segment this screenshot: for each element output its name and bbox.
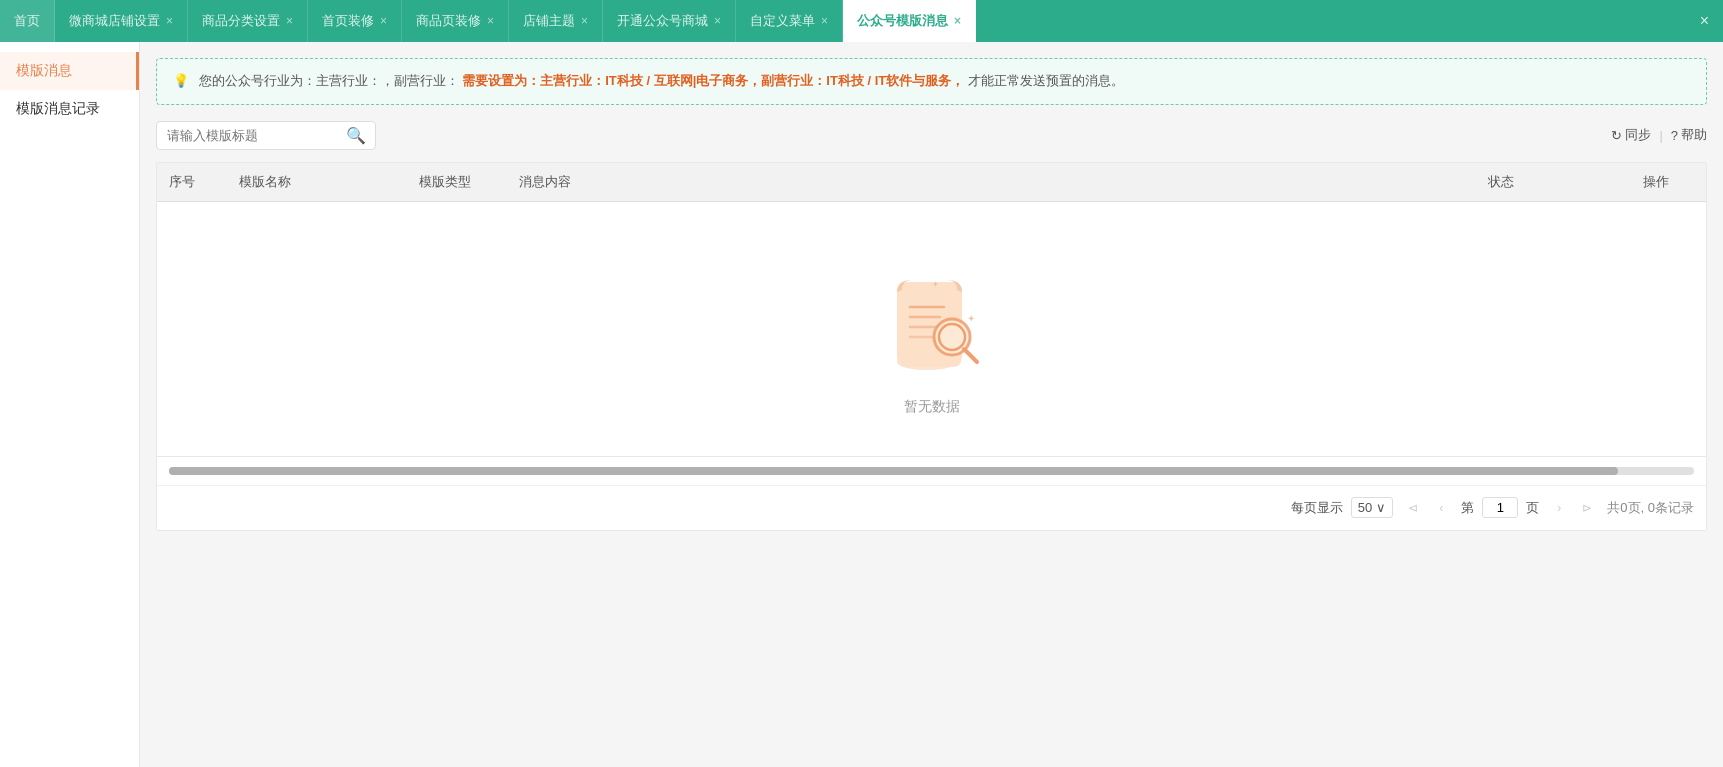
sync-label: 同步 [1625, 126, 1651, 144]
nav-tab-home-decor-close[interactable]: × [380, 14, 387, 28]
page-size-label: 每页显示 [1291, 499, 1343, 517]
empty-illustration: ✦ ✦ [872, 262, 992, 382]
nav-tab-shop-theme-close[interactable]: × [581, 14, 588, 28]
table-header: 序号 模版名称 模版类型 消息内容 状态 操作 [157, 163, 1706, 202]
empty-text: 暂无数据 [904, 398, 960, 416]
fake-scrollbar[interactable] [169, 467, 1694, 475]
nav-tab-product-page-close[interactable]: × [487, 14, 494, 28]
nav-tab-open-mall-label: 开通公众号商城 [617, 12, 708, 30]
scrollbar-thumb [169, 467, 1618, 475]
page-label-suffix: 页 [1526, 499, 1539, 517]
notice-icon: 💡 [173, 73, 189, 88]
notice-prefix: 您的公众号行业为：主营行业：，副营行业： [199, 73, 459, 88]
next-page-button[interactable]: › [1547, 496, 1571, 520]
help-label: 帮助 [1681, 126, 1707, 144]
empty-state: ✦ ✦ 暂无数据 [157, 202, 1706, 456]
nav-tab-home-decor[interactable]: 首页装修 × [308, 0, 402, 42]
pagination: 每页显示 50 ∨ ⊲ ‹ 第 页 › ⊳ 共0页, 0条记录 [157, 485, 1706, 530]
sidebar-item-template-history-label: 模版消息记录 [16, 100, 100, 116]
nav-tab-template-msg-label: 公众号模版消息 [857, 12, 948, 30]
nav-tab-open-mall-close[interactable]: × [714, 14, 721, 28]
col-name: 模版名称 [227, 163, 407, 201]
nav-tab-product-page-label: 商品页装修 [416, 12, 481, 30]
col-status: 状态 [1476, 163, 1606, 201]
col-action: 操作 [1606, 163, 1706, 201]
help-button[interactable]: ? 帮助 [1671, 126, 1707, 144]
search-bar: 🔍 ↻ 同步 | ? 帮助 [156, 121, 1707, 150]
nav-tab-wshop-close[interactable]: × [166, 14, 173, 28]
nav-tab-shop-theme[interactable]: 店铺主题 × [509, 0, 603, 42]
notice-suffix: 才能正常发送预置的消息。 [968, 73, 1124, 88]
nav-tab-wshop-label: 微商城店铺设置 [69, 12, 160, 30]
search-input[interactable] [156, 121, 376, 150]
svg-line-7 [964, 349, 977, 362]
top-nav: 首页 微商城店铺设置 × 商品分类设置 × 首页装修 × 商品页装修 × 店铺主… [0, 0, 1723, 42]
nav-tab-template-msg[interactable]: 公众号模版消息 × [843, 0, 976, 42]
nav-tab-category-close[interactable]: × [286, 14, 293, 28]
nav-tab-shop-theme-label: 店铺主题 [523, 12, 575, 30]
toolbar-divider: | [1659, 128, 1662, 143]
last-page-button[interactable]: ⊳ [1575, 496, 1599, 520]
nav-tab-custom-menu[interactable]: 自定义菜单 × [736, 0, 843, 42]
nav-tab-template-msg-close[interactable]: × [954, 14, 961, 28]
total-info: 共0页, 0条记录 [1607, 499, 1694, 517]
main-layout: 模版消息 模版消息记录 💡 您的公众号行业为：主营行业：，副营行业： 需要设置为… [0, 42, 1723, 767]
col-seq: 序号 [157, 163, 227, 201]
content-area: 💡 您的公众号行业为：主营行业：，副营行业： 需要设置为：主营行业：IT科技 /… [140, 42, 1723, 767]
nav-tab-category-label: 商品分类设置 [202, 12, 280, 30]
sync-button[interactable]: ↻ 同步 [1611, 126, 1651, 144]
sidebar: 模版消息 模版消息记录 [0, 42, 140, 767]
svg-text:✦: ✦ [932, 280, 939, 289]
notice-box: 💡 您的公众号行业为：主营行业：，副营行业： 需要设置为：主营行业：IT科技 /… [156, 58, 1707, 105]
help-icon: ? [1671, 128, 1678, 143]
first-page-button[interactable]: ⊲ [1401, 496, 1425, 520]
pagination-nav: ⊲ ‹ 第 页 › ⊳ [1401, 496, 1599, 520]
close-all-button[interactable]: × [1686, 12, 1723, 30]
nav-tab-home[interactable]: 首页 [0, 0, 55, 42]
col-type: 模版类型 [407, 163, 507, 201]
nav-tab-home-decor-label: 首页装修 [322, 12, 374, 30]
nav-tab-open-mall[interactable]: 开通公众号商城 × [603, 0, 736, 42]
nav-tab-home-label: 首页 [14, 12, 40, 30]
sidebar-item-template-history[interactable]: 模版消息记录 [0, 90, 139, 128]
nav-tab-custom-menu-label: 自定义菜单 [750, 12, 815, 30]
nav-tab-custom-menu-close[interactable]: × [821, 14, 828, 28]
search-icon: 🔍 [346, 127, 366, 144]
notice-highlight: 需要设置为：主营行业：IT科技 / 互联网|电子商务，副营行业：IT科技 / I… [462, 73, 964, 88]
prev-page-button[interactable]: ‹ [1429, 496, 1453, 520]
nav-tab-wshop[interactable]: 微商城店铺设置 × [55, 0, 188, 42]
col-content: 消息内容 [507, 163, 1476, 201]
page-size-select[interactable]: 50 ∨ [1351, 497, 1393, 518]
page-size-value: 50 [1358, 500, 1372, 515]
nav-tab-product-page[interactable]: 商品页装修 × [402, 0, 509, 42]
sync-icon: ↻ [1611, 128, 1622, 143]
search-button[interactable]: 🔍 [346, 126, 366, 145]
page-size-dropdown-icon: ∨ [1376, 500, 1386, 515]
toolbar-right: ↻ 同步 | ? 帮助 [1611, 126, 1707, 144]
page-number-input[interactable] [1482, 497, 1518, 518]
page-label-prefix: 第 [1461, 499, 1474, 517]
sidebar-item-template-msg[interactable]: 模版消息 [0, 52, 139, 90]
sidebar-item-template-msg-label: 模版消息 [16, 62, 72, 78]
table-container: 序号 模版名称 模版类型 消息内容 状态 操作 [156, 162, 1707, 531]
scrollbar-area [157, 456, 1706, 485]
nav-tab-category[interactable]: 商品分类设置 × [188, 0, 308, 42]
svg-text:✦: ✦ [967, 313, 975, 324]
